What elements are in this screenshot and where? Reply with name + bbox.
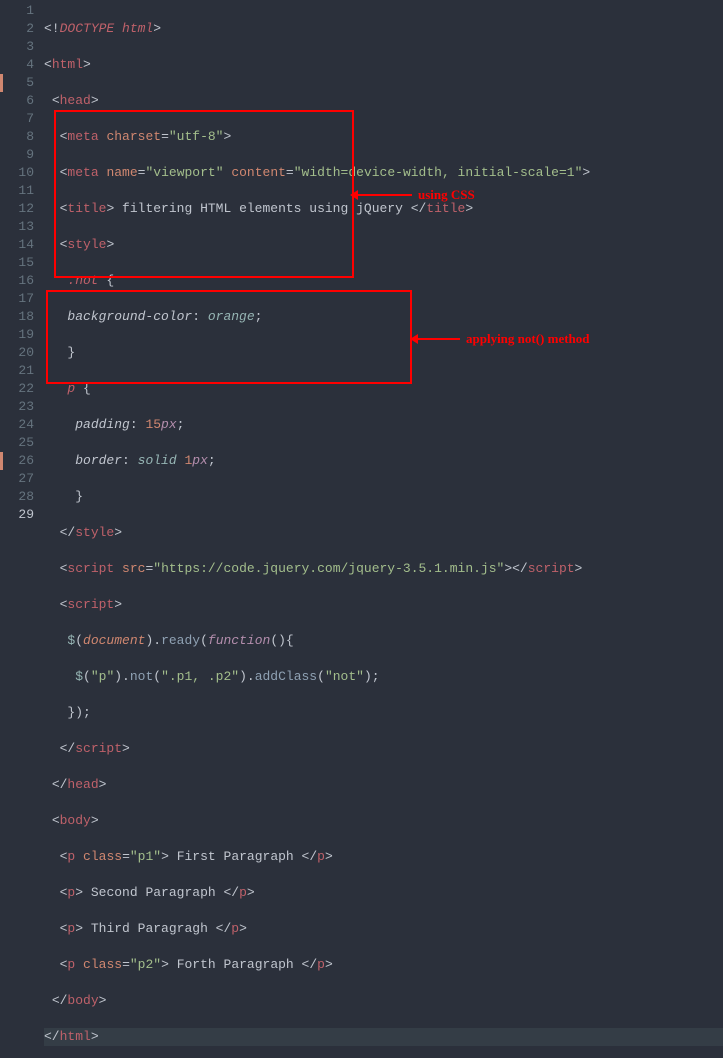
code-editor: 1234567891011121314151617181920212223242… <box>0 0 723 1058</box>
code-line: </body> <box>44 992 723 1010</box>
code-line: <meta charset="utf-8"> <box>44 128 723 146</box>
line-number: 1 <box>6 2 34 20</box>
code-line-current: </html> <box>44 1028 723 1046</box>
line-number: 29 <box>6 506 34 524</box>
code-line: <p class="p2"> Forth Paragraph </p> <box>44 956 723 974</box>
code-line: <style> <box>44 236 723 254</box>
line-number: 22 <box>6 380 34 398</box>
line-number: 17 <box>6 290 34 308</box>
line-number: 15 <box>6 254 34 272</box>
code-line: <title> filtering HTML elements using jQ… <box>44 200 723 218</box>
line-number: 13 <box>6 218 34 236</box>
line-number-gutter: 1234567891011121314151617181920212223242… <box>0 2 44 1058</box>
line-number: 2 <box>6 20 34 38</box>
line-number: 16 <box>6 272 34 290</box>
code-line: <!DOCTYPE html> <box>44 20 723 38</box>
line-number: 14 <box>6 236 34 254</box>
line-number: 5 <box>0 74 34 92</box>
line-number: 3 <box>6 38 34 56</box>
line-number: 9 <box>6 146 34 164</box>
line-number: 18 <box>6 308 34 326</box>
code-line: $("p").not(".p1, .p2").addClass("not"); <box>44 668 723 686</box>
code-line: border: solid 1px; <box>44 452 723 470</box>
code-line: <p class="p1"> First Paragraph </p> <box>44 848 723 866</box>
code-line: p { <box>44 380 723 398</box>
code-area: <!DOCTYPE html> <html> <head> <meta char… <box>44 2 723 1058</box>
line-number: 4 <box>6 56 34 74</box>
code-line: } <box>44 488 723 506</box>
line-number: 26 <box>0 452 34 470</box>
code-line: <head> <box>44 92 723 110</box>
line-number: 7 <box>6 110 34 128</box>
line-number: 8 <box>6 128 34 146</box>
code-line: <script> <box>44 596 723 614</box>
line-number: 23 <box>6 398 34 416</box>
line-number: 10 <box>6 164 34 182</box>
line-number: 27 <box>6 470 34 488</box>
line-number: 25 <box>6 434 34 452</box>
code-line: <script src="https://code.jquery.com/jqu… <box>44 560 723 578</box>
line-number: 12 <box>6 200 34 218</box>
code-line: </script> <box>44 740 723 758</box>
code-line: </style> <box>44 524 723 542</box>
code-line: <p> Second Paragraph </p> <box>44 884 723 902</box>
code-line: <body> <box>44 812 723 830</box>
line-number: 6 <box>6 92 34 110</box>
code-line: $(document).ready(function(){ <box>44 632 723 650</box>
code-line: background-color: orange; <box>44 308 723 326</box>
line-number: 19 <box>6 326 34 344</box>
code-line: } <box>44 344 723 362</box>
code-line: <meta name="viewport" content="width=dev… <box>44 164 723 182</box>
line-number: 24 <box>6 416 34 434</box>
code-line: <p> Third Paragragh </p> <box>44 920 723 938</box>
line-number: 11 <box>6 182 34 200</box>
code-line: .not { <box>44 272 723 290</box>
line-number: 21 <box>6 362 34 380</box>
line-number: 28 <box>6 488 34 506</box>
code-line: }); <box>44 704 723 722</box>
code-line: padding: 15px; <box>44 416 723 434</box>
code-line: <html> <box>44 56 723 74</box>
code-line: </head> <box>44 776 723 794</box>
line-number: 20 <box>6 344 34 362</box>
